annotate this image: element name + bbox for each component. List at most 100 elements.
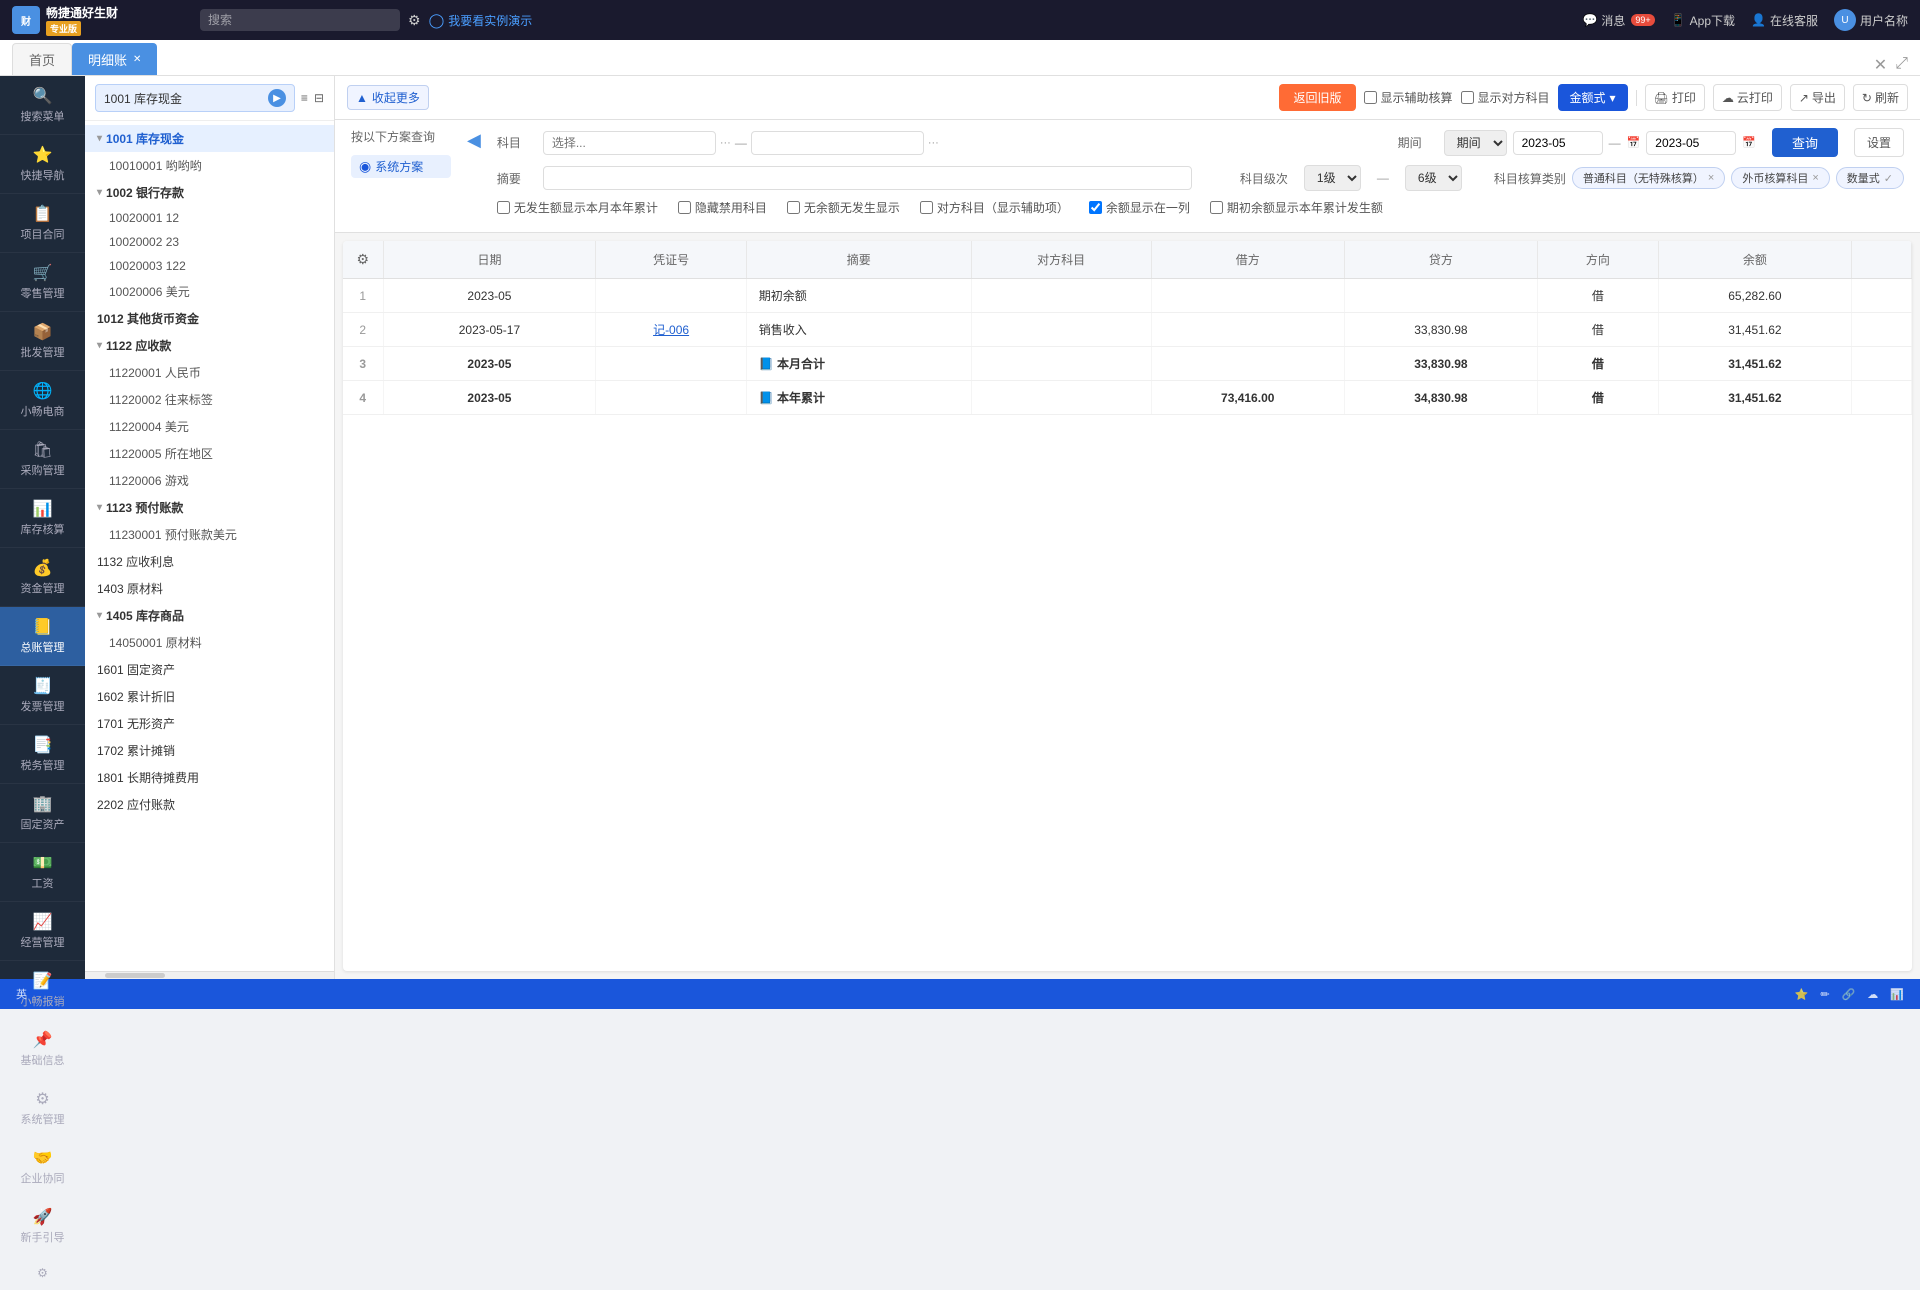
- tree-item-1801[interactable]: 1801 长期待摊费用: [85, 764, 334, 791]
- refresh-btn[interactable]: ↻ 刷新: [1853, 84, 1908, 111]
- sidebar-item-salary[interactable]: 💵 工资: [0, 843, 85, 902]
- tree-item-10020002[interactable]: 10020002 23: [85, 230, 334, 254]
- sidebar-item-finance[interactable]: 💰 资金管理: [0, 548, 85, 607]
- tree-item-10020003[interactable]: 10020003 122: [85, 254, 334, 278]
- tree-toggle-icon[interactable]: ≡: [301, 91, 308, 105]
- tab-close-icon[interactable]: ✕: [133, 54, 141, 65]
- tree-item-11230001[interactable]: 11230001 预付账款美元: [85, 521, 334, 548]
- settings-btn[interactable]: 设置: [1854, 128, 1904, 157]
- sidebar-item-tax[interactable]: 📑 税务管理: [0, 725, 85, 784]
- category-chip-3[interactable]: 数量式 ✓: [1836, 167, 1904, 189]
- checkbox-no-balance-input[interactable]: [497, 201, 510, 214]
- sidebar-item-inventory[interactable]: 📊 库存核算: [0, 489, 85, 548]
- tree-item-11220001[interactable]: 11220001 人民币: [85, 359, 334, 386]
- sidebar-item-retail[interactable]: 🛒 零售管理: [0, 253, 85, 312]
- export-btn[interactable]: ↗ 导出: [1790, 84, 1845, 111]
- date-to-input[interactable]: [1646, 131, 1736, 155]
- query-btn[interactable]: 查询: [1772, 128, 1838, 157]
- checkbox-balance-col-input[interactable]: [1089, 201, 1102, 214]
- sidebar-item-quicknav[interactable]: ⭐ 快捷导航: [0, 135, 85, 194]
- bottom-chart[interactable]: 📊: [1890, 988, 1904, 1001]
- sidebar-item-system[interactable]: ⚙ 系统管理: [0, 1079, 85, 1138]
- sidebar-item-ecommerce[interactable]: 🌐 小畅电商: [0, 371, 85, 430]
- demo-link[interactable]: ◯ 我要看实例演示: [429, 12, 533, 29]
- tree-item-10010001[interactable]: 10010001 哟哟哟: [85, 152, 334, 179]
- sidebar-settings[interactable]: ⚙: [0, 1256, 85, 1290]
- sidebar-item-cooperation[interactable]: 🤝 企业协同: [0, 1138, 85, 1197]
- bottom-lang[interactable]: 英: [16, 986, 27, 1002]
- tab-expand-btn[interactable]: ⤢: [1895, 55, 1908, 75]
- top-search-input[interactable]: [200, 9, 400, 31]
- tree-item-1001[interactable]: ▾ 1001 库存现金: [85, 125, 334, 152]
- chip-remove-2[interactable]: ×: [1812, 172, 1818, 184]
- bottom-link[interactable]: 🔗: [1842, 988, 1856, 1001]
- sidebar-item-basic[interactable]: 📌 基础信息: [0, 1020, 85, 1079]
- bottom-cloud[interactable]: ☁: [1867, 988, 1878, 1001]
- tree-item-10020001[interactable]: 10020001 12: [85, 206, 334, 230]
- tree-item-1403[interactable]: 1403 原材料: [85, 575, 334, 602]
- tree-item-1602[interactable]: 1602 累计折旧: [85, 683, 334, 710]
- checkbox-opposite-input[interactable]: [920, 201, 933, 214]
- level-from-select[interactable]: 1级2级3级: [1304, 165, 1361, 191]
- sidebar-item-assets[interactable]: 🏢 固定资产: [0, 784, 85, 843]
- sidebar-item-guide[interactable]: 🚀 新手引导: [0, 1197, 85, 1256]
- online-service-btn[interactable]: 👤 在线客服: [1751, 12, 1818, 29]
- tree-item-1012[interactable]: 1012 其他货币资金: [85, 305, 334, 332]
- tree-item-11220006[interactable]: 11220006 游戏: [85, 467, 334, 494]
- summary-input[interactable]: [543, 166, 1192, 190]
- date-from-input[interactable]: [1513, 131, 1603, 155]
- collapse-tree-icon[interactable]: ⊟: [314, 91, 324, 105]
- sidebar-item-purchase[interactable]: 🛍 采购管理: [0, 430, 85, 489]
- tree-item-1122[interactable]: ▾ 1122 应收款: [85, 332, 334, 359]
- tree-item-1132[interactable]: 1132 应收利息: [85, 548, 334, 575]
- app-download-btn[interactable]: 📱 App下载: [1671, 12, 1735, 29]
- sidebar-item-sales-report[interactable]: 📝 小畅报销: [0, 961, 85, 1020]
- checkbox-period-balance-input[interactable]: [1210, 201, 1223, 214]
- sidebar-item-search[interactable]: 🔍 搜索菜单: [0, 76, 85, 135]
- amount-style-btn[interactable]: 金额式 ▾: [1558, 84, 1628, 111]
- sidebar-item-project[interactable]: 📋 项目合同: [0, 194, 85, 253]
- account-nav-arrow[interactable]: ▶: [268, 89, 286, 107]
- tree-item-2202[interactable]: 2202 应付账款: [85, 791, 334, 818]
- sidebar-item-accounting[interactable]: 📒 总账管理: [0, 607, 85, 666]
- bottom-star[interactable]: ⭐: [1795, 988, 1809, 1001]
- user-avatar[interactable]: U 用户名称: [1834, 9, 1908, 31]
- show-helper-check[interactable]: [1364, 91, 1377, 104]
- msg-btn[interactable]: 💬 消息 99+: [1582, 12, 1654, 29]
- tab-close-btn[interactable]: ✕: [1874, 55, 1887, 75]
- sidebar-item-ops[interactable]: 📈 经营管理: [0, 902, 85, 961]
- tree-item-1002[interactable]: ▾ 1002 银行存款: [85, 179, 334, 206]
- return-old-version-btn[interactable]: 返回旧版: [1279, 84, 1355, 111]
- level-to-select[interactable]: 6级5级4级: [1405, 165, 1462, 191]
- cloud-print-btn[interactable]: ☁ 云打印: [1713, 84, 1782, 111]
- collapse-more-btn[interactable]: ▲ 收起更多: [347, 85, 429, 110]
- gear-icon[interactable]: ⚙: [356, 251, 369, 267]
- tab-detail[interactable]: 明细账 ✕: [72, 43, 157, 75]
- tree-item-11220002[interactable]: 11220002 往来标签: [85, 386, 334, 413]
- subject-input-to[interactable]: [751, 131, 924, 155]
- checkbox-hide-disabled-input[interactable]: [678, 201, 691, 214]
- bottom-edit[interactable]: ✏: [1820, 988, 1829, 1001]
- left-arrow-btn[interactable]: ◀: [463, 130, 485, 151]
- category-chip-2[interactable]: 外币核算科目 ×: [1731, 167, 1829, 189]
- tree-item-14050001[interactable]: 14050001 原材料: [85, 629, 334, 656]
- tab-home[interactable]: 首页: [12, 43, 72, 75]
- tree-item-1701[interactable]: 1701 无形资产: [85, 710, 334, 737]
- category-chip-1[interactable]: 普通科目（无特殊核算）×: [1572, 167, 1725, 189]
- tree-item-1601[interactable]: 1601 固定资产: [85, 656, 334, 683]
- chip-remove-3[interactable]: ✓: [1884, 172, 1893, 185]
- print-btn[interactable]: 🖨 打印: [1645, 84, 1705, 111]
- period-select[interactable]: 期间: [1444, 130, 1507, 156]
- horizontal-scrollbar[interactable]: [85, 971, 334, 979]
- tree-item-1702[interactable]: 1702 累计摊销: [85, 737, 334, 764]
- row-voucher[interactable]: 记-006: [596, 313, 746, 347]
- tree-item-11220005[interactable]: 11220005 所在地区: [85, 440, 334, 467]
- checkbox-no-balance2-input[interactable]: [787, 201, 800, 214]
- tree-item-1405[interactable]: ▾ 1405 库存商品: [85, 602, 334, 629]
- tree-item-10020006[interactable]: 10020006 美元: [85, 278, 334, 305]
- chip-remove-1[interactable]: ×: [1708, 172, 1714, 184]
- tree-item-1123[interactable]: ▾ 1123 预付账款: [85, 494, 334, 521]
- sidebar-item-wholesale[interactable]: 📦 批发管理: [0, 312, 85, 371]
- plan-tag[interactable]: ◉ 系统方案: [351, 155, 451, 178]
- subject-input[interactable]: [543, 131, 716, 155]
